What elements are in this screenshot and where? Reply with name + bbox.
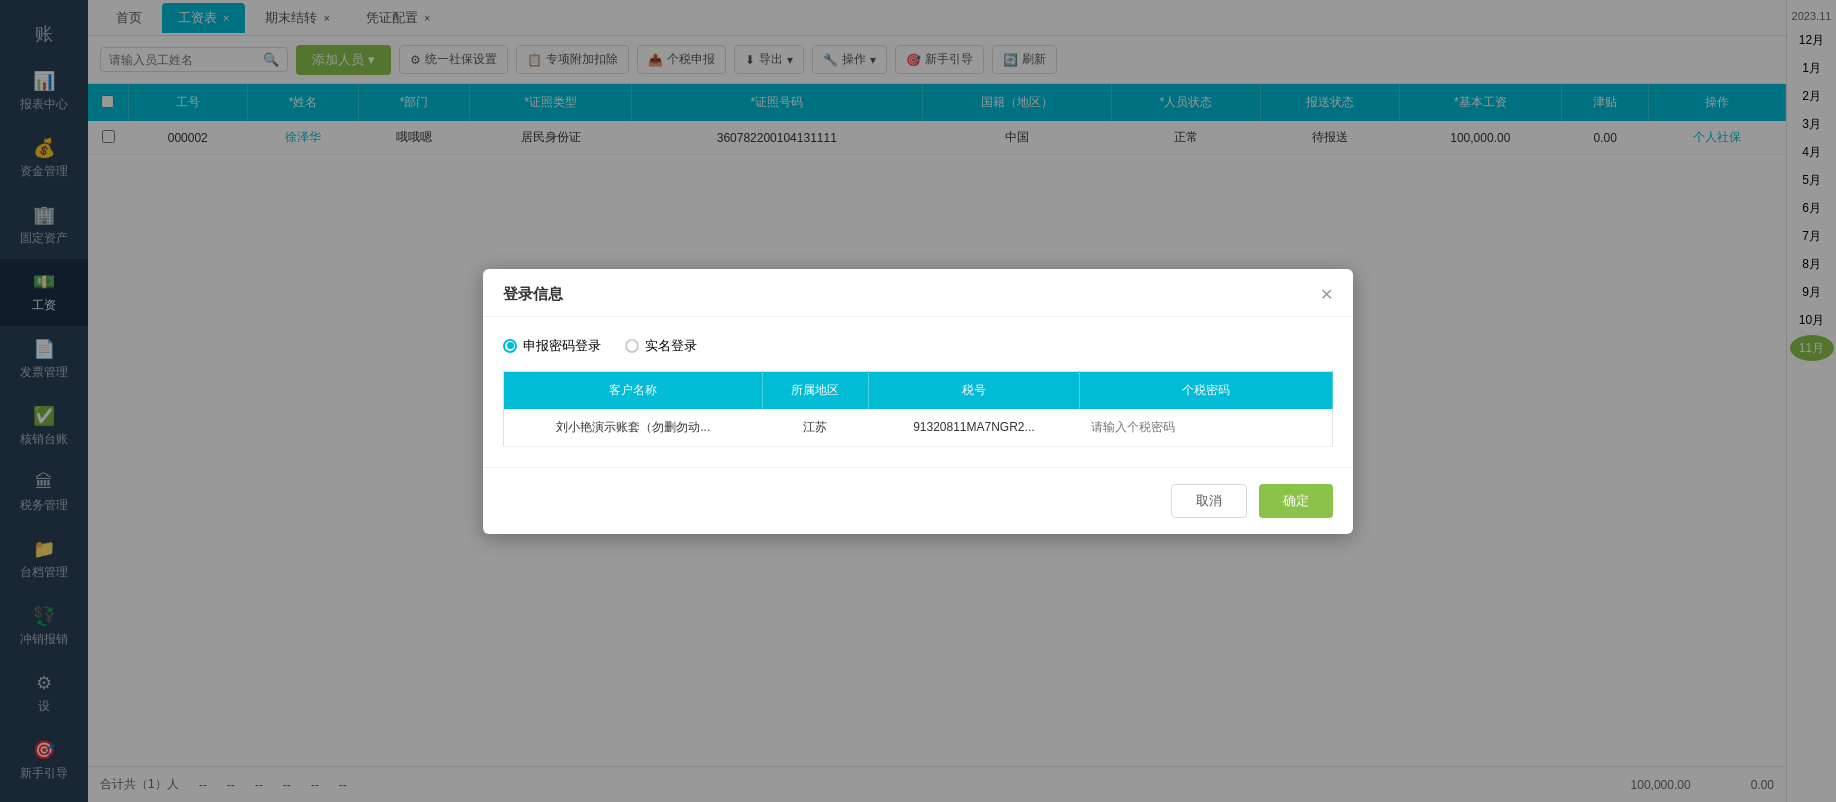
client-password-cell[interactable] <box>1079 409 1332 447</box>
dialog-header: 登录信息 ✕ <box>483 269 1353 317</box>
confirm-button[interactable]: 确定 <box>1259 484 1333 518</box>
login-type-group: 申报密码登录 实名登录 <box>503 337 1333 355</box>
login-dialog: 登录信息 ✕ 申报密码登录 实名登录 <box>483 269 1353 534</box>
radio-realname-dot <box>625 339 639 353</box>
dialog-body: 申报密码登录 实名登录 客户名称 所属地区 税号 个税密码 <box>483 317 1353 467</box>
dialog-close-button[interactable]: ✕ <box>1320 285 1333 304</box>
col-region: 所属地区 <box>762 371 868 409</box>
col-client-name: 客户名称 <box>504 371 763 409</box>
password-input[interactable] <box>1091 420 1320 434</box>
client-taxno-cell: 91320811MA7NGR2... <box>868 409 1079 447</box>
radio-password-label: 申报密码登录 <box>523 337 601 355</box>
radio-realname-login[interactable]: 实名登录 <box>625 337 697 355</box>
client-table: 客户名称 所属地区 税号 个税密码 刘小艳演示账套（勿删勿动... 江苏 913… <box>503 371 1333 447</box>
radio-password-dot <box>503 339 517 353</box>
cancel-button[interactable]: 取消 <box>1171 484 1247 518</box>
col-tax-no: 税号 <box>868 371 1079 409</box>
col-itax-pwd: 个税密码 <box>1079 371 1332 409</box>
radio-password-login[interactable]: 申报密码登录 <box>503 337 601 355</box>
client-name-cell: 刘小艳演示账套（勿删勿动... <box>504 409 763 447</box>
dialog-title: 登录信息 <box>503 285 563 304</box>
dialog-overlay: 登录信息 ✕ 申报密码登录 实名登录 <box>0 0 1836 802</box>
client-region-cell: 江苏 <box>762 409 868 447</box>
radio-realname-label: 实名登录 <box>645 337 697 355</box>
dialog-footer: 取消 确定 <box>483 467 1353 534</box>
client-table-row: 刘小艳演示账套（勿删勿动... 江苏 91320811MA7NGR2... <box>504 409 1333 447</box>
